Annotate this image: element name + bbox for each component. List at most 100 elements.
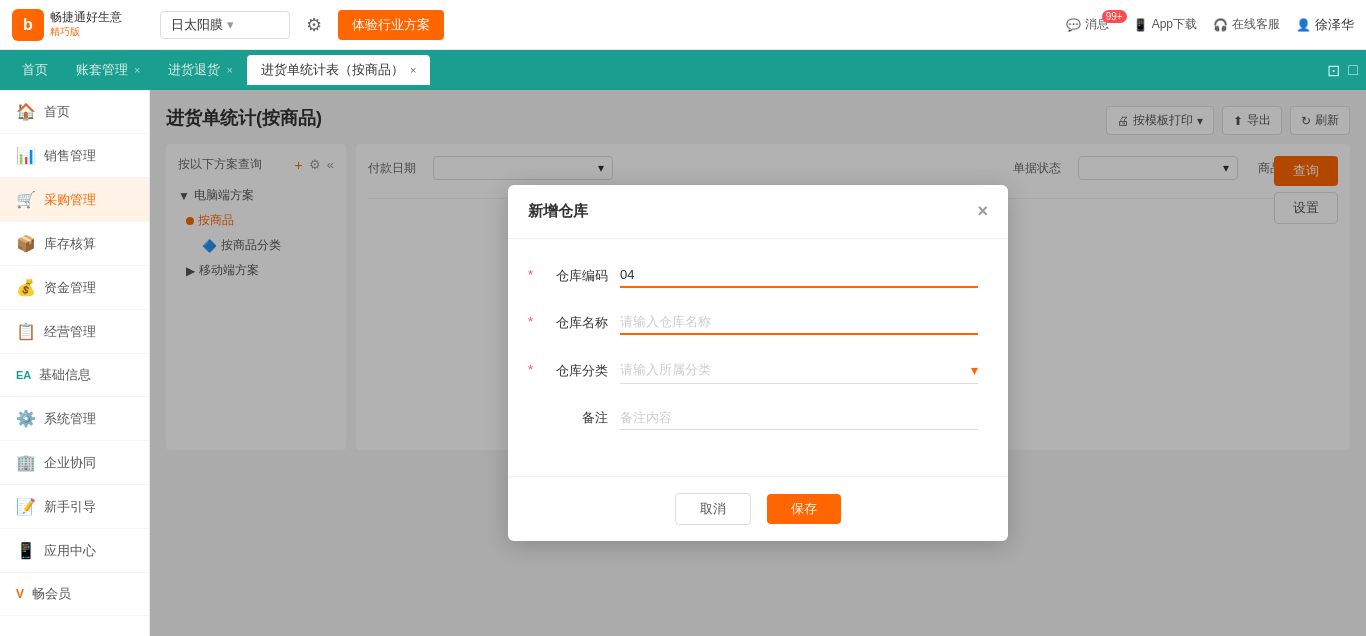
dialog-title: 新增仓库	[528, 202, 588, 221]
sidebar-item-purchase[interactable]: 🛒 采购管理	[0, 178, 149, 222]
purchase-icon: 🛒	[16, 190, 36, 209]
user-name: 徐泽华	[1315, 16, 1354, 34]
dialog-body: 仓库编码 仓库名称 仓库分类 请输入所属分类 ▾	[508, 239, 1008, 476]
tab-home[interactable]: 首页	[8, 55, 62, 85]
appcenter-icon: 📱	[16, 541, 36, 560]
message-icon: 💬	[1066, 18, 1081, 32]
code-label: 仓库编码	[538, 267, 608, 285]
tab-purchase-return[interactable]: 进货退货 ×	[154, 55, 246, 85]
messages-badge: 99+	[1102, 10, 1127, 23]
window-maximize-icon[interactable]: □	[1348, 61, 1358, 79]
sidebar-item-enterprise-label: 企业协同	[44, 454, 96, 472]
online-service-item[interactable]: 🎧 在线客服	[1213, 16, 1280, 33]
dialog-footer: 取消 保存	[508, 476, 1008, 541]
sidebar-item-basic-label: 基础信息	[39, 366, 91, 384]
save-button[interactable]: 保存	[767, 494, 841, 524]
app-download-label: App下载	[1152, 16, 1197, 33]
sidebar-item-enterprise[interactable]: 🏢 企业协同	[0, 441, 149, 485]
dialog-close-icon[interactable]: ×	[977, 201, 988, 222]
chevron-down-icon: ▾	[227, 17, 234, 32]
sidebar-item-sales[interactable]: 📊 销售管理	[0, 134, 149, 178]
inventory-icon: 📦	[16, 234, 36, 253]
note-label: 备注	[538, 409, 608, 427]
category-placeholder: 请输入所属分类	[620, 361, 971, 379]
store-name: 日太阳膜	[171, 16, 223, 34]
logo-area: b 畅捷通好生意 精巧版	[12, 9, 152, 41]
tab-account-label: 账套管理	[76, 61, 128, 79]
sidebar-item-newbie[interactable]: 📝 新手引导	[0, 485, 149, 529]
sidebar-item-system[interactable]: ⚙️ 系统管理	[0, 397, 149, 441]
name-form-row: 仓库名称	[538, 310, 978, 335]
tab-purchase-stats-close-icon[interactable]: ×	[410, 64, 416, 76]
tab-home-label: 首页	[22, 61, 48, 79]
sidebar-item-appcenter-label: 应用中心	[44, 542, 96, 560]
sidebar-item-inventory[interactable]: 📦 库存核算	[0, 222, 149, 266]
messages-item[interactable]: 💬 消息 99+	[1066, 16, 1117, 33]
tab-account[interactable]: 账套管理 ×	[62, 55, 154, 85]
sidebar-item-newbie-label: 新手引导	[44, 498, 96, 516]
sidebar-item-purchase-label: 采购管理	[44, 191, 96, 209]
user-item[interactable]: 👤 徐泽华	[1296, 16, 1354, 34]
sidebar-item-vip[interactable]: V 畅会员	[0, 573, 149, 616]
sidebar-item-home-label: 首页	[44, 103, 70, 121]
new-warehouse-dialog: 新增仓库 × 仓库编码 仓库名称 仓库分类	[508, 185, 1008, 541]
sidebar-item-home[interactable]: 🏠 首页	[0, 90, 149, 134]
sidebar-item-finance-label: 资金管理	[44, 279, 96, 297]
code-input[interactable]	[620, 263, 978, 288]
tab-purchase-stats[interactable]: 进货单统计表（按商品） ×	[247, 55, 430, 85]
app-name: 畅捷通好生意	[50, 10, 122, 26]
store-selector[interactable]: 日太阳膜 ▾	[160, 11, 290, 39]
tab-account-close-icon[interactable]: ×	[134, 64, 140, 76]
name-label: 仓库名称	[538, 314, 608, 332]
online-service-label: 在线客服	[1232, 16, 1280, 33]
headset-icon: 🎧	[1213, 18, 1228, 32]
dialog-header: 新增仓库 ×	[508, 185, 1008, 239]
app-download-item[interactable]: 📱 App下载	[1133, 16, 1197, 33]
enterprise-icon: 🏢	[16, 453, 36, 472]
system-icon: ⚙️	[16, 409, 36, 428]
note-input[interactable]	[620, 406, 978, 430]
settings-icon[interactable]: ⚙	[298, 9, 330, 41]
sidebar-item-basic[interactable]: EA 基础信息	[0, 354, 149, 397]
tab-purchase-return-close-icon[interactable]: ×	[226, 64, 232, 76]
sidebar-item-system-label: 系统管理	[44, 410, 96, 428]
sidebar-item-inventory-label: 库存核算	[44, 235, 96, 253]
category-arrow-icon: ▾	[971, 362, 978, 378]
code-form-row: 仓库编码	[538, 263, 978, 288]
user-avatar-icon: 👤	[1296, 18, 1311, 32]
category-form-row: 仓库分类 请输入所属分类 ▾	[538, 357, 978, 384]
sales-icon: 📊	[16, 146, 36, 165]
tab-purchase-stats-label: 进货单统计表（按商品）	[261, 61, 404, 79]
phone-icon: 📱	[1133, 18, 1148, 32]
note-form-row: 备注	[538, 406, 978, 430]
sidebar-item-operation[interactable]: 📋 经营管理	[0, 310, 149, 354]
tabbar-actions: ⊡ □	[1327, 61, 1358, 80]
trial-button[interactable]: 体验行业方案	[338, 10, 444, 40]
sidebar: 🏠 首页 📊 销售管理 🛒 采购管理 📦 库存核算 💰 资金管理 📋 经营管理 …	[0, 90, 150, 636]
modal-overlay: 新增仓库 × 仓库编码 仓库名称 仓库分类	[150, 90, 1366, 636]
sidebar-item-operation-label: 经营管理	[44, 323, 96, 341]
sidebar-item-finance[interactable]: 💰 资金管理	[0, 266, 149, 310]
app-logo: b	[12, 9, 44, 41]
tabbar: 首页 账套管理 × 进货退货 × 进货单统计表（按商品） × ⊡ □	[0, 50, 1366, 90]
content-area: 进货单统计(按商品) 🖨 按模板打印 ▾ ⬆ 导出 ↻ 刷新 按以下方案查询	[150, 90, 1366, 636]
category-select[interactable]: 请输入所属分类 ▾	[620, 357, 978, 384]
basic-icon: EA	[16, 369, 31, 381]
name-input[interactable]	[620, 310, 978, 335]
cancel-button[interactable]: 取消	[675, 493, 751, 525]
sidebar-item-vip-label: 畅会员	[32, 585, 71, 603]
main-layout: 🏠 首页 📊 销售管理 🛒 采购管理 📦 库存核算 💰 资金管理 📋 经营管理 …	[0, 90, 1366, 636]
window-restore-icon[interactable]: ⊡	[1327, 61, 1340, 80]
topbar: b 畅捷通好生意 精巧版 日太阳膜 ▾ ⚙ 体验行业方案 💬 消息 99+ 📱 …	[0, 0, 1366, 50]
finance-icon: 💰	[16, 278, 36, 297]
operation-icon: 📋	[16, 322, 36, 341]
category-label: 仓库分类	[538, 362, 608, 380]
sidebar-item-appcenter[interactable]: 📱 应用中心	[0, 529, 149, 573]
sidebar-item-sales-label: 销售管理	[44, 147, 96, 165]
newbie-icon: 📝	[16, 497, 36, 516]
topbar-right: 💬 消息 99+ 📱 App下载 🎧 在线客服 👤 徐泽华	[1066, 16, 1354, 34]
vip-icon: V	[16, 587, 24, 601]
tab-purchase-return-label: 进货退货	[168, 61, 220, 79]
app-version: 精巧版	[50, 25, 122, 39]
home-icon: 🏠	[16, 102, 36, 121]
